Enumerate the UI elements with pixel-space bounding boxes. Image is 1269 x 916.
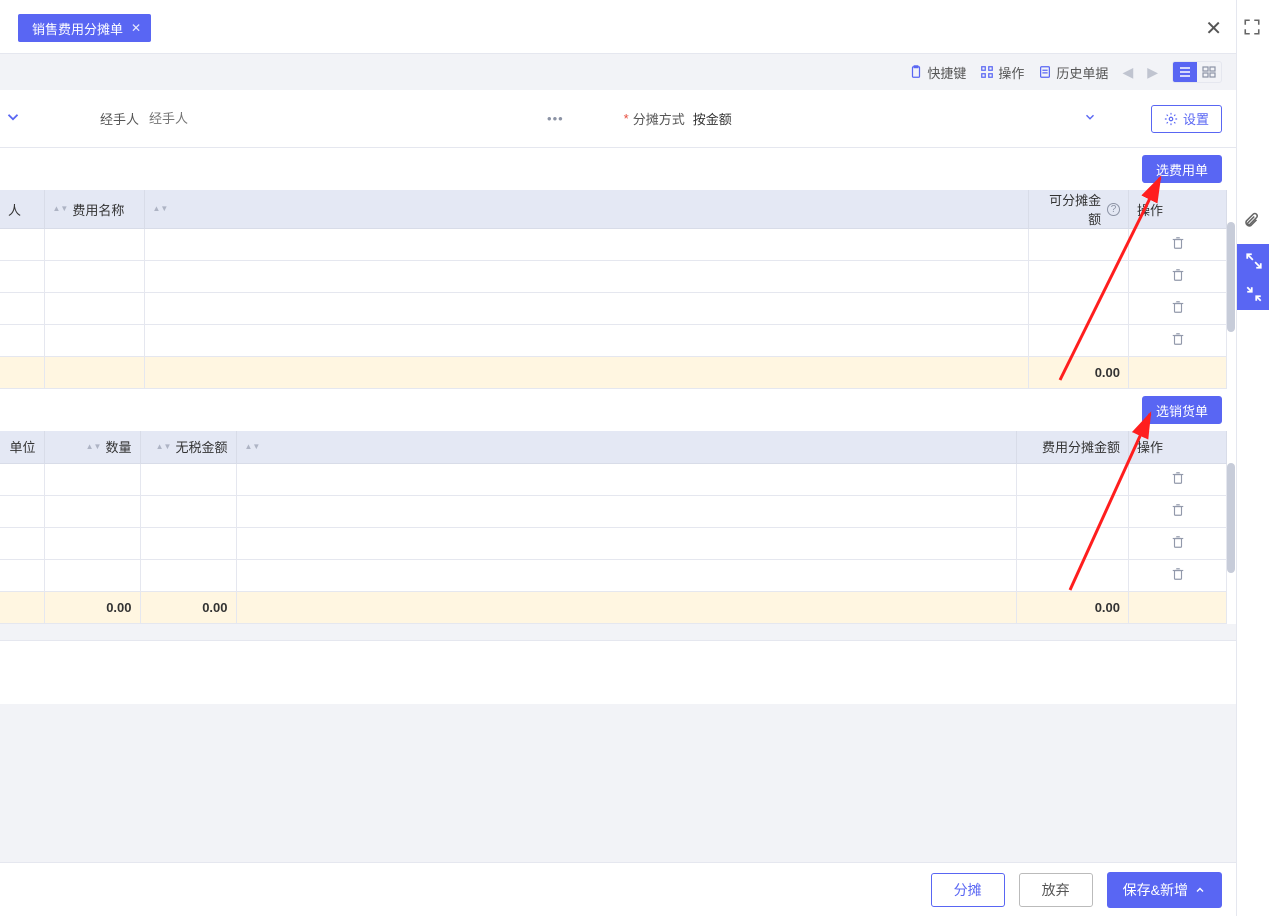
settings-button[interactable]: 设置 [1151,105,1222,133]
grid-icon [980,65,994,79]
toolbar: 快捷键 操作 历史单据 ◀ ▶ [0,54,1236,90]
handler-label: 经手人 [100,109,139,128]
sort-icon: ▲▼ [86,445,102,449]
sales-table: 单位 ▲▼数量 ▲▼无税金额 ▲▼ 费用分摊金额 操作 0.0 [0,431,1227,624]
col-unit[interactable]: 单位 [0,431,44,463]
handler-input[interactable] [147,110,547,127]
form-row: 经手人 ••• * 分摊方式 按金额 设置 [0,90,1236,148]
tab-close-icon[interactable]: ✕ [131,21,141,35]
shortcut-link[interactable]: 快捷键 [909,63,966,82]
table-row[interactable] [0,495,1227,527]
tab-bar: 销售费用分摊单 ✕ ✕ [0,0,1236,54]
total-notax: 0.00 [140,591,236,623]
col-a[interactable]: 人 [0,190,44,229]
total-alloc: 0.00 [1029,357,1129,389]
col-ops: 操作 [1129,190,1227,229]
expand-panel[interactable] [1237,244,1269,310]
history-link[interactable]: 历史单据 [1038,63,1108,82]
tab-title: 销售费用分摊单 [32,19,123,38]
total-qty: 0.00 [44,591,140,623]
fee-table: 人 ▲▼费用名称 ▲▼ 可分摊金额? 操作 0.00 [0,190,1227,389]
view-card-icon[interactable] [1197,62,1221,82]
col-blank[interactable]: ▲▼ [236,431,1017,463]
delete-icon[interactable] [1171,569,1185,584]
sort-icon: ▲▼ [156,445,172,449]
history-label: 历史单据 [1056,63,1108,82]
doc-icon [1038,65,1052,79]
save-new-label: 保存&新增 [1123,880,1188,900]
table-row[interactable] [0,559,1227,591]
table-row[interactable] [0,325,1227,357]
save-new-button[interactable]: 保存&新增 [1107,872,1222,908]
action-label: 操作 [998,63,1024,82]
select-sales-button[interactable]: 选销货单 [1142,396,1222,424]
chevron-down-icon[interactable] [4,108,22,129]
sort-icon: ▲▼ [153,207,169,211]
table-row[interactable] [0,229,1227,261]
delete-icon[interactable] [1171,270,1185,285]
right-rail [1236,0,1269,916]
col-ops: 操作 [1129,431,1227,463]
attachment-icon[interactable] [1243,212,1261,233]
footer-bar: 分摊 放弃 保存&新增 [0,862,1236,916]
chevron-up-icon [1194,884,1206,896]
method-value[interactable]: 按金额 [693,109,1083,128]
delete-icon[interactable] [1171,302,1185,317]
more-icon[interactable]: ••• [547,111,564,126]
section-fees: 选费用单 人 ▲▼费用名称 ▲▼ 可分摊金额? 操作 [0,148,1236,389]
sort-icon: ▲▼ [53,207,69,211]
delete-icon[interactable] [1171,334,1185,349]
totals-row: 0.00 [0,357,1227,389]
gear-icon [1164,112,1178,126]
discard-button[interactable]: 放弃 [1019,873,1093,907]
table-row[interactable] [0,463,1227,495]
fullscreen-icon[interactable] [1243,18,1261,39]
col-blank[interactable]: ▲▼ [144,190,1029,229]
expand-in-icon [1245,285,1263,303]
info-icon[interactable]: ? [1107,203,1120,216]
method-label: 分摊方式 [633,109,685,128]
view-toggle [1172,61,1222,83]
col-notax[interactable]: ▲▼无税金额 [140,431,236,463]
view-list-icon[interactable] [1173,62,1197,82]
table-row[interactable] [0,261,1227,293]
field-method: * 分摊方式 按金额 [624,109,1097,128]
sort-icon: ▲▼ [245,445,261,449]
notes-area[interactable] [0,640,1236,704]
scrollbar-thumb[interactable] [1227,222,1235,332]
field-handler: 经手人 ••• [100,109,564,128]
app-main: 销售费用分摊单 ✕ ✕ 快捷键 操作 历史单据 ◀ ▶ [0,0,1236,916]
scrollbar-thumb[interactable] [1227,463,1235,573]
prev-arrow-icon[interactable]: ◀ [1122,64,1133,81]
clipboard-icon [909,65,923,79]
chevron-down-icon[interactable] [1083,110,1097,127]
gap [0,624,1236,640]
delete-icon[interactable] [1171,473,1185,488]
required-icon: * [624,111,629,126]
tab-active[interactable]: 销售费用分摊单 ✕ [18,14,151,42]
delete-icon[interactable] [1171,505,1185,520]
select-fee-button[interactable]: 选费用单 [1142,155,1222,183]
section-sales: 选销货单 单位 ▲▼数量 ▲▼无税金额 ▲▼ 费用分摊金额 操作 [0,389,1236,624]
col-qty[interactable]: ▲▼数量 [44,431,140,463]
total-fee-alloc: 0.00 [1017,591,1129,623]
table-row[interactable] [0,293,1227,325]
alloc-button[interactable]: 分摊 [931,873,1005,907]
delete-icon[interactable] [1171,537,1185,552]
totals-row: 0.00 0.00 0.00 [0,591,1227,623]
close-icon[interactable]: ✕ [1205,16,1222,41]
col-fee-name[interactable]: ▲▼费用名称 [44,190,144,229]
action-link[interactable]: 操作 [980,63,1024,82]
shortcut-label: 快捷键 [927,63,966,82]
next-arrow-icon[interactable]: ▶ [1147,64,1158,81]
col-alloc-amount[interactable]: 可分摊金额? [1029,190,1129,229]
settings-label: 设置 [1183,109,1209,128]
col-fee-alloc[interactable]: 费用分摊金额 [1017,431,1129,463]
table-row[interactable] [0,527,1227,559]
delete-icon[interactable] [1171,238,1185,253]
expand-out-icon [1245,252,1263,270]
